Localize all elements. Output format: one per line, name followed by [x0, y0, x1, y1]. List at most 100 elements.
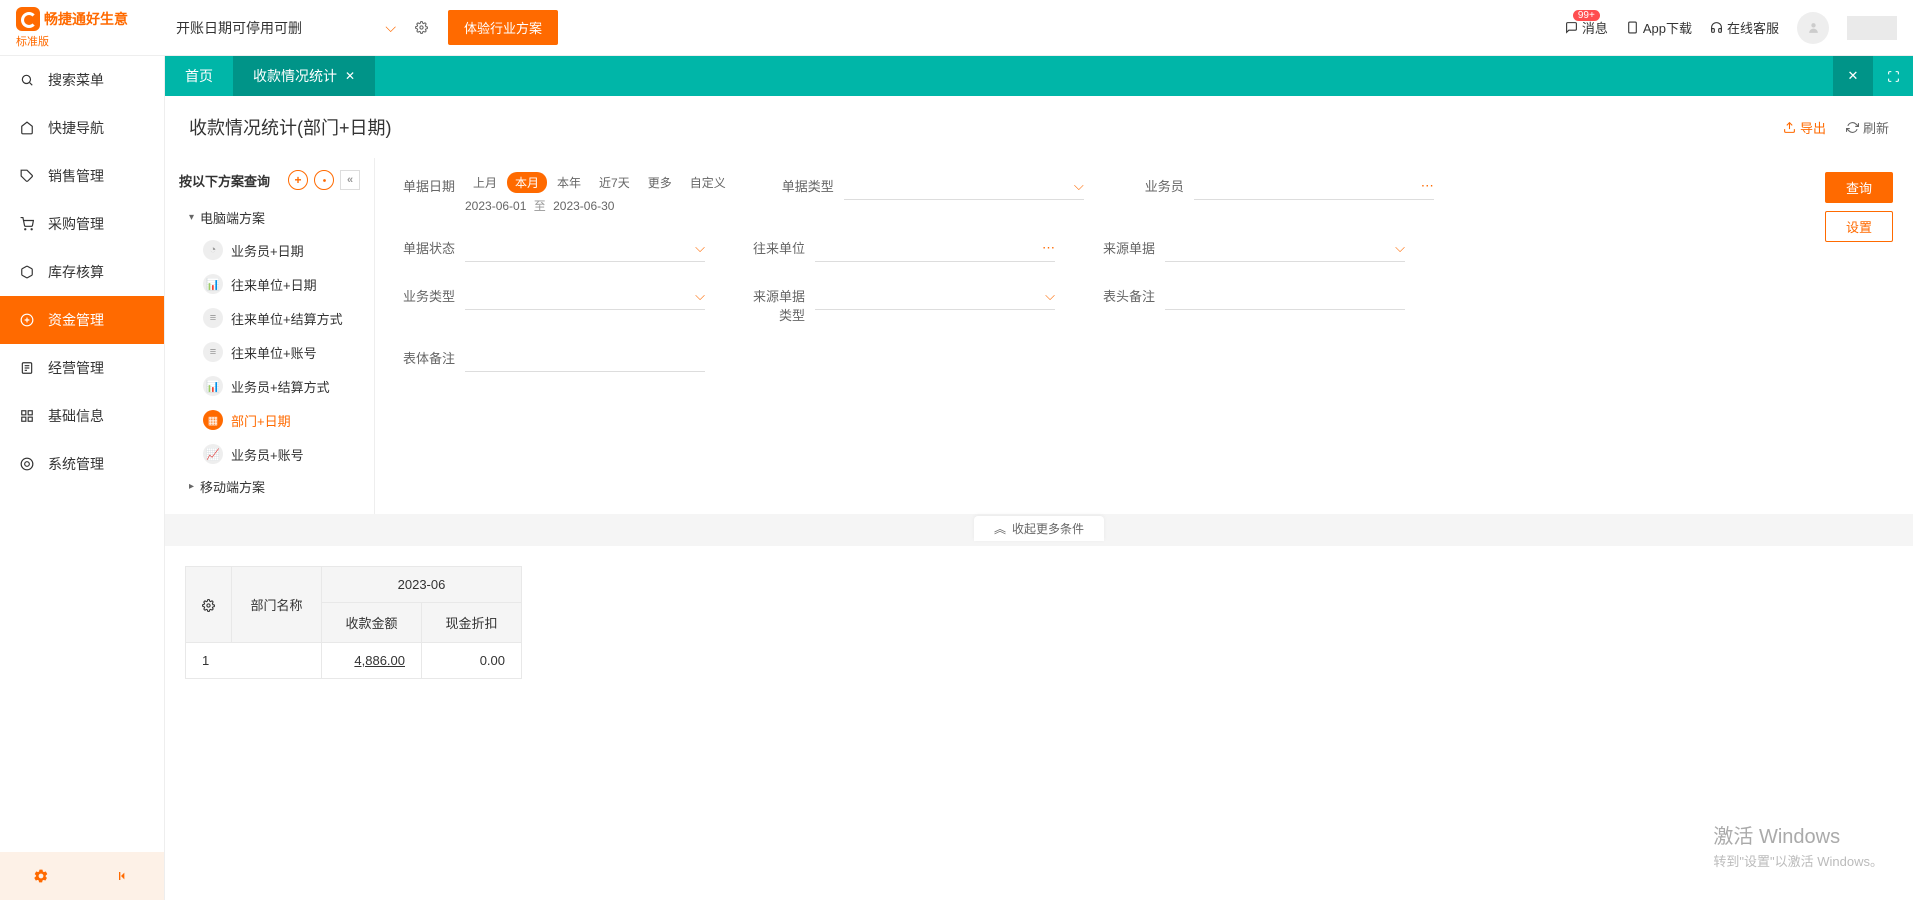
filter-label-sourcedoctype: 来源单据类型	[745, 282, 815, 324]
collapse-nav-icon[interactable]	[115, 867, 131, 885]
tree-group-mobile[interactable]: ▸ 移动端方案	[165, 471, 374, 502]
date-range-tab[interactable]: 本月	[507, 172, 547, 193]
fullscreen-button[interactable]	[1873, 56, 1913, 96]
salesman-select[interactable]: ⋯	[1194, 172, 1434, 200]
date-to: 2023-06-30	[553, 199, 614, 213]
collapse-scheme-button[interactable]: «	[340, 170, 360, 190]
refresh-button[interactable]: 刷新	[1846, 118, 1889, 137]
sys-icon	[18, 455, 36, 473]
app-download-label: App下载	[1643, 18, 1692, 37]
top-header: 畅捷通好生意 标准版 开账日期可停用可删 ⌵ 体验行业方案 99+ 消息 App…	[0, 0, 1913, 56]
tab-current[interactable]: 收款情况统计 ✕	[233, 56, 375, 96]
scheme-leaf[interactable]: 📈业务员+账号	[165, 437, 374, 471]
table-row: 14,886.000.00	[186, 643, 522, 679]
chevron-down-icon: ⌵	[695, 288, 705, 304]
user-icon	[1807, 21, 1820, 34]
nav-item-label: 采购管理	[48, 214, 104, 234]
add-scheme-button[interactable]: +	[288, 170, 308, 190]
tree-group-desktop[interactable]: ▾ 电脑端方案	[165, 202, 374, 233]
message-icon	[1565, 21, 1578, 34]
messages-link[interactable]: 99+ 消息	[1565, 18, 1608, 37]
close-icon[interactable]: ✕	[345, 69, 355, 83]
phone-icon	[1626, 21, 1639, 34]
scheme-leaf[interactable]: ≡往来单位+账号	[165, 335, 374, 369]
box-icon	[18, 263, 36, 281]
left-nav: 搜索菜单快捷导航销售管理采购管理库存核算资金管理经营管理基础信息系统管理	[0, 56, 165, 900]
refresh-label: 刷新	[1863, 118, 1889, 137]
tab-home[interactable]: 首页	[165, 56, 233, 96]
doc-type-select[interactable]: ⌵	[844, 172, 1084, 200]
page-header: 收款情况统计(部门+日期) 导出 刷新	[165, 96, 1913, 158]
collapse-filters-button[interactable]: ︽ 收起更多条件	[974, 516, 1104, 541]
nav-item-cart[interactable]: 采购管理	[0, 200, 164, 248]
scheme-panel: 按以下方案查询 + « ▾ 电脑端方案	[165, 158, 375, 514]
nav-item-money[interactable]: 资金管理	[0, 296, 164, 344]
app-download-link[interactable]: App下载	[1626, 18, 1692, 37]
date-range-tabs: 上月本月本年近7天更多自定义	[465, 172, 734, 193]
scheme-leaf-icon: 📊	[203, 274, 223, 294]
scheme-leaf[interactable]: 📊业务员+结算方式	[165, 369, 374, 403]
row-amount[interactable]: 4,886.00	[322, 643, 422, 679]
chevron-down-icon: ⌵	[1395, 240, 1405, 256]
cart-icon	[18, 215, 36, 233]
scheme-leaf-label: 往来单位+结算方式	[231, 309, 343, 328]
scheme-leaf-label: 业务员+结算方式	[231, 377, 330, 396]
chevron-down-icon: ⌵	[385, 19, 396, 36]
filter-settings-button[interactable]: 设置	[1825, 211, 1893, 242]
home-icon	[18, 119, 36, 137]
date-range-tab[interactable]: 近7天	[591, 172, 638, 193]
more-icon: ⋯	[1421, 178, 1434, 194]
close-all-tabs-button[interactable]: ✕	[1833, 56, 1873, 96]
nav-item-label: 系统管理	[48, 454, 104, 474]
scheme-leaf-icon: ≡	[203, 308, 223, 328]
date-range-tab[interactable]: 更多	[640, 172, 680, 193]
tree-group-label: 电脑端方案	[200, 208, 265, 227]
date-from: 2023-06-01	[465, 199, 526, 213]
head-remark-input[interactable]	[1165, 282, 1405, 310]
scheme-leaf[interactable]: 📊往来单位+日期	[165, 267, 374, 301]
filter-label-bodyremark: 表体备注	[395, 344, 465, 367]
scheme-leaf-label: 业务员+日期	[231, 241, 304, 260]
export-button[interactable]: 导出	[1783, 118, 1826, 137]
query-button[interactable]: 查询	[1825, 172, 1893, 203]
scheme-leaf-icon: ◔	[203, 240, 223, 260]
date-range-tab[interactable]: 本年	[549, 172, 589, 193]
nav-item-home[interactable]: 快捷导航	[0, 104, 164, 152]
settings-icon[interactable]	[33, 867, 49, 885]
avatar[interactable]	[1797, 12, 1829, 44]
scheme-leaf[interactable]: ▦部门+日期	[165, 403, 374, 437]
biz-type-select[interactable]: ⌵	[465, 282, 705, 310]
more-icon: ⋯	[1042, 240, 1055, 256]
nav-item-label: 资金管理	[48, 310, 104, 330]
nav-item-box[interactable]: 库存核算	[0, 248, 164, 296]
scheme-settings-button[interactable]	[314, 170, 334, 190]
source-doc-select[interactable]: ⌵	[1165, 234, 1405, 262]
date-sep: 至	[534, 199, 546, 213]
nav-item-search[interactable]: 搜索菜单	[0, 56, 164, 104]
nav-item-doc[interactable]: 经营管理	[0, 344, 164, 392]
nav-item-grid[interactable]: 基础信息	[0, 392, 164, 440]
experience-plan-button[interactable]: 体验行业方案	[448, 10, 558, 45]
row-discount: 0.00	[422, 643, 522, 679]
settings-gear-button[interactable]	[406, 13, 436, 43]
chevron-up-icon: ︽	[994, 520, 1006, 537]
table-settings-header[interactable]	[186, 567, 232, 643]
nav-item-sys[interactable]: 系统管理	[0, 440, 164, 488]
nav-footer	[0, 852, 164, 900]
col-period: 2023-06	[322, 567, 522, 603]
nav-item-tag[interactable]: 销售管理	[0, 152, 164, 200]
source-doc-type-select[interactable]: ⌵	[815, 282, 1055, 310]
doc-status-select[interactable]: ⌵	[465, 234, 705, 262]
body-remark-input[interactable]	[465, 344, 705, 372]
gear-icon	[319, 175, 330, 186]
scheme-leaf[interactable]: ◔ 业务员+日期	[165, 233, 374, 267]
scheme-leaf-label: 往来单位+账号	[231, 343, 317, 362]
account-dropdown[interactable]: 开账日期可停用可删 ⌵	[176, 18, 396, 38]
partner-select[interactable]: ⋯	[815, 234, 1055, 262]
messages-badge: 99+	[1573, 10, 1600, 21]
scheme-leaf[interactable]: ≡ 往来单位+结算方式	[165, 301, 374, 335]
online-service-link[interactable]: 在线客服	[1710, 18, 1779, 37]
filter-label-biztype: 业务类型	[395, 282, 465, 305]
date-range-tab[interactable]: 上月	[465, 172, 505, 193]
date-range-tab[interactable]: 自定义	[682, 172, 734, 193]
